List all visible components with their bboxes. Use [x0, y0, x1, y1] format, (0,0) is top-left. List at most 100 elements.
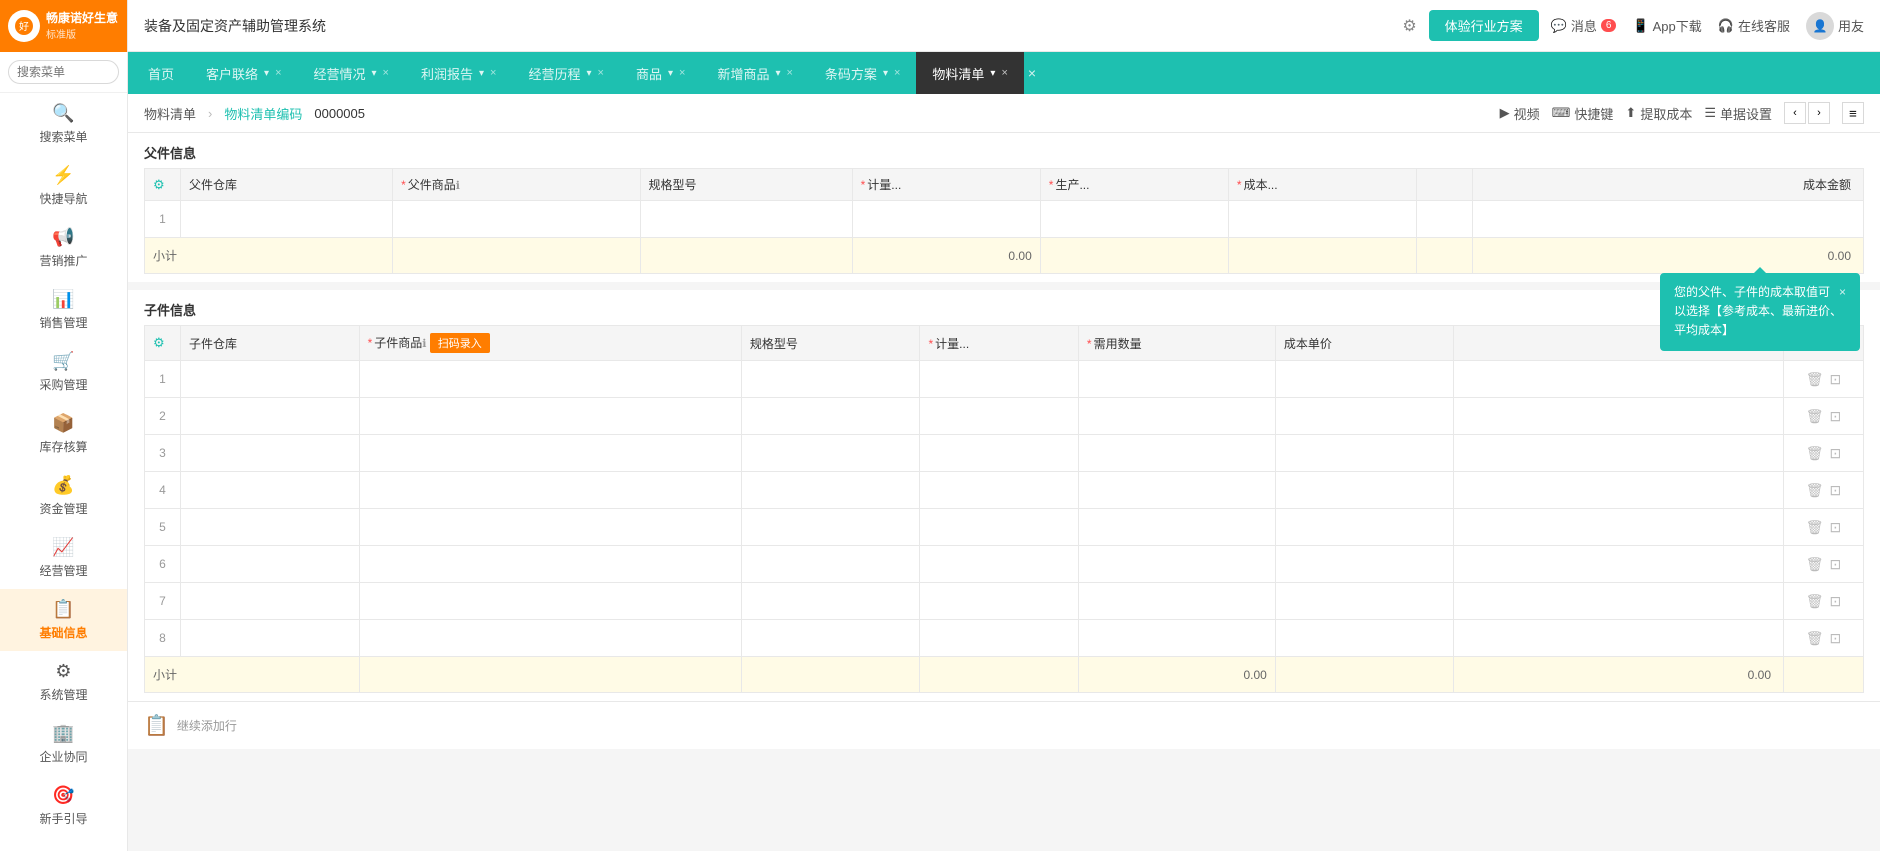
delete-icon[interactable]: 🗑	[1806, 445, 1824, 462]
shortcut-action[interactable]: ⌨ 快捷键	[1552, 104, 1614, 123]
online-service-action[interactable]: 🎧 在线客服	[1718, 16, 1790, 35]
td-cost[interactable]	[1228, 201, 1416, 238]
td-child-spec-2[interactable]	[741, 398, 920, 435]
tab-bom[interactable]: 物料清单 ▾ ×	[916, 52, 1023, 94]
td-child-qty-2[interactable]	[1078, 398, 1275, 435]
tab-customer[interactable]: 客户联络 ▾ ×	[190, 52, 297, 94]
td-child-amount-2[interactable]	[1454, 398, 1784, 435]
breadcrumb-parent[interactable]: 物料清单	[144, 104, 196, 123]
sidebar-item-enterprise[interactable]: 🏢 企业协同	[0, 713, 127, 775]
th-spec: 规格型号	[640, 169, 852, 201]
td-child-measure-2[interactable]	[920, 398, 1078, 435]
delete-icon[interactable]: 🗑	[1806, 408, 1824, 425]
grid-view-button[interactable]: ≡	[1842, 102, 1864, 124]
tab-goods[interactable]: 商品 ▾ ×	[620, 52, 701, 94]
tab-operations[interactable]: 经营情况 ▾ ×	[298, 52, 405, 94]
copy-icon[interactable]: ⊡	[1830, 556, 1842, 573]
row-number: 8	[145, 620, 180, 656]
sidebar-item-inventory[interactable]: 📦 库存核算	[0, 403, 127, 465]
user-label: 用友	[1838, 16, 1864, 35]
td-cost-amount[interactable]	[1472, 201, 1863, 238]
sidebar-item-quicknav[interactable]: ⚡ 快捷导航	[0, 155, 127, 217]
close-icon[interactable]: ×	[383, 67, 389, 79]
sidebar-item-finance[interactable]: 💰 资金管理	[0, 465, 127, 527]
copy-icon[interactable]: ⊡	[1830, 519, 1842, 536]
extract-cost-action[interactable]: ⬆ 提取成本	[1625, 104, 1692, 123]
tab-profit[interactable]: 利润报告 ▾ ×	[405, 52, 512, 94]
td-parent-goods[interactable]	[393, 201, 640, 238]
td-child-spec-1[interactable]	[741, 361, 920, 398]
sidebar-item-basicinfo[interactable]: 📋 基础信息	[0, 589, 127, 651]
add-row-icon[interactable]: 📋	[144, 713, 169, 738]
scan-button[interactable]: 扫码录入	[430, 333, 490, 353]
tab-history[interactable]: 经营历程 ▾ ×	[512, 52, 619, 94]
td-child-unit-cost-2[interactable]	[1275, 398, 1454, 435]
close-icon[interactable]: ×	[490, 67, 496, 79]
close-icon[interactable]: ×	[786, 67, 792, 79]
tab-home[interactable]: 首页	[132, 52, 190, 94]
gear-button[interactable]: ⚙	[1402, 16, 1416, 36]
copy-icon[interactable]: ⊡	[1830, 408, 1842, 425]
settings-icon[interactable]: ⚙	[153, 177, 165, 192]
prev-arrow-button[interactable]: ‹	[1784, 102, 1806, 124]
td-parent-warehouse[interactable]	[181, 201, 393, 238]
delete-icon[interactable]: 🗑	[1806, 593, 1824, 610]
child-section-title: 子件信息	[144, 290, 1864, 325]
td-child-measure-1[interactable]	[920, 361, 1078, 398]
close-icon[interactable]: ×	[598, 67, 604, 79]
close-icon[interactable]: ×	[894, 67, 900, 79]
child-subtotal-qty: 0.00	[1078, 657, 1275, 693]
td-child-goods-2[interactable]	[359, 398, 741, 435]
purchase-icon: 🛒	[52, 351, 74, 372]
td-measure[interactable]	[852, 201, 1040, 238]
sidebar-item-operations[interactable]: 📈 经营管理	[0, 527, 127, 589]
td-child-unit-cost-1[interactable]	[1275, 361, 1454, 398]
copy-icon[interactable]: ⊡	[1830, 630, 1842, 647]
table-row: 4 🗑⊡	[145, 472, 1864, 509]
copy-icon[interactable]: ⊡	[1830, 445, 1842, 462]
delete-icon[interactable]: 🗑	[1806, 371, 1824, 388]
tooltip-close-button[interactable]: ×	[1839, 283, 1846, 302]
th-child-unit-cost: 成本单价	[1275, 326, 1454, 361]
system-icon: ⚙	[55, 661, 71, 682]
copy-icon[interactable]: ⊡	[1830, 593, 1842, 610]
sidebar-item-system[interactable]: ⚙ 系统管理	[0, 651, 127, 713]
table-row: 7 🗑⊡	[145, 583, 1864, 620]
sidebar-item-purchase[interactable]: 🛒 采购管理	[0, 341, 127, 403]
user-action[interactable]: 👤 用友	[1806, 12, 1864, 40]
delete-icon[interactable]: 🗑	[1806, 482, 1824, 499]
logo-text: 畅康诺好生意	[46, 11, 118, 27]
td-child-warehouse-1[interactable]	[181, 361, 360, 398]
app-download-action[interactable]: 📱 App下载	[1632, 16, 1701, 35]
td-child-amount-1[interactable]	[1454, 361, 1784, 398]
message-action[interactable]: 💬 消息 6	[1551, 16, 1617, 35]
view-action[interactable]: ▶ 视频	[1500, 104, 1540, 123]
td-child-goods-1[interactable]	[359, 361, 741, 398]
close-all-tabs[interactable]: ×	[1028, 65, 1036, 81]
copy-icon[interactable]: ⊡	[1830, 482, 1842, 499]
td-sort[interactable]	[1417, 201, 1472, 238]
td-child-warehouse-2[interactable]	[181, 398, 360, 435]
td-production[interactable]	[1040, 201, 1228, 238]
try-industry-button[interactable]: 体验行业方案	[1429, 10, 1539, 41]
settings-icon-child[interactable]: ⚙	[153, 335, 165, 350]
search-input[interactable]	[8, 60, 119, 84]
delete-icon[interactable]: 🗑	[1806, 630, 1824, 647]
single-setting-action[interactable]: ☰ 单据设置	[1704, 104, 1772, 123]
sidebar-item-marketing[interactable]: 📢 营销推广	[0, 217, 127, 279]
td-spec[interactable]	[640, 201, 852, 238]
delete-icon[interactable]: 🗑	[1806, 519, 1824, 536]
copy-icon[interactable]: ⊡	[1830, 371, 1842, 388]
close-icon[interactable]: ×	[1001, 67, 1007, 79]
tab-newgoods[interactable]: 新增商品 ▾ ×	[701, 52, 808, 94]
sidebar-item-sales[interactable]: 📊 销售管理	[0, 279, 127, 341]
close-icon[interactable]: ×	[275, 67, 281, 79]
td-child-qty-1[interactable]	[1078, 361, 1275, 398]
close-icon[interactable]: ×	[679, 67, 685, 79]
sidebar-item-search[interactable]: 🔍 搜索菜单	[0, 93, 127, 155]
message-badge: 6	[1601, 19, 1617, 32]
sidebar-item-guide[interactable]: 🎯 新手引导	[0, 775, 127, 837]
tab-barcode[interactable]: 条码方案 ▾ ×	[809, 52, 916, 94]
next-arrow-button[interactable]: ›	[1808, 102, 1830, 124]
delete-icon[interactable]: 🗑	[1806, 556, 1824, 573]
